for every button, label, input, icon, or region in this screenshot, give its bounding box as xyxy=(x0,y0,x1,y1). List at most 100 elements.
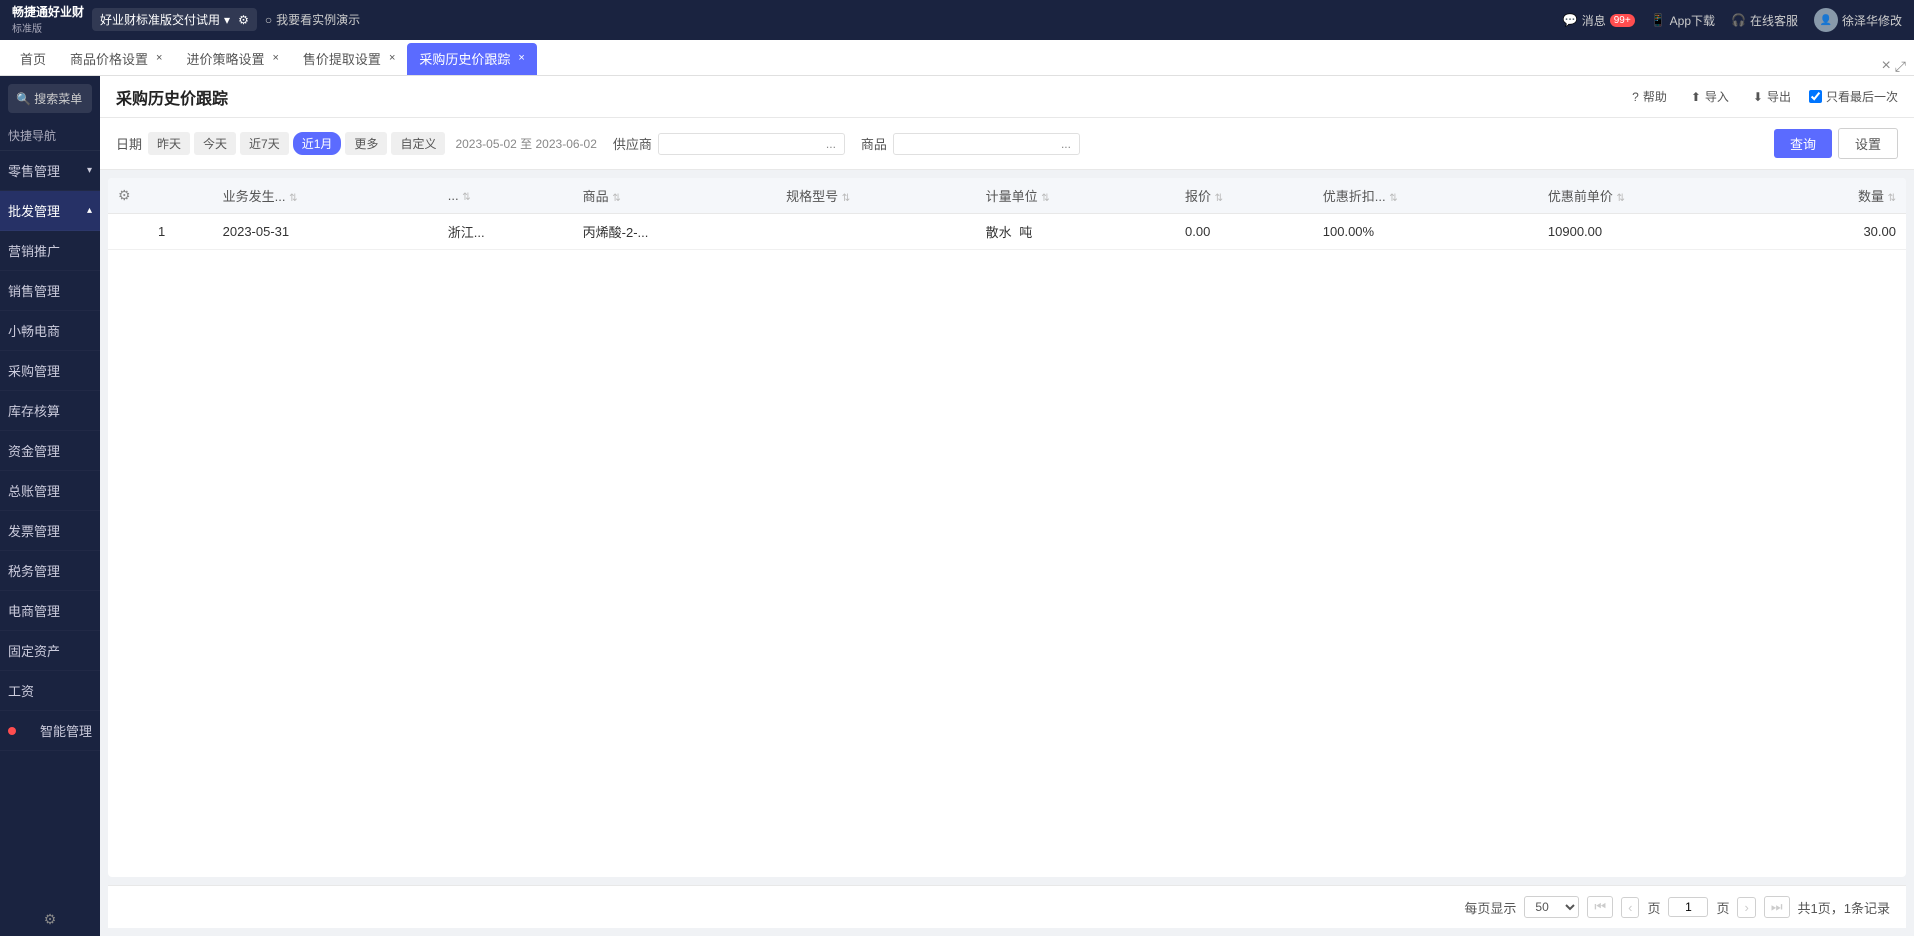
supplier-input-wrap: ... xyxy=(658,133,845,155)
sidebar-item-purchase[interactable]: 采购管理 xyxy=(0,351,100,391)
import-button[interactable]: ⬆ 导入 xyxy=(1685,84,1735,109)
sidebar-item-smart[interactable]: 智能管理 xyxy=(0,711,100,751)
td-quote: 0.00 xyxy=(1175,214,1313,250)
export-button[interactable]: ⬇ 导出 xyxy=(1747,84,1797,109)
help-button[interactable]: ? 帮助 xyxy=(1626,84,1673,109)
only-last-label: 只看最后一次 xyxy=(1826,88,1898,105)
sort-icon-biz-date: ⇅ xyxy=(289,193,297,204)
app-title: 畅捷通好业财 xyxy=(12,5,84,19)
sidebar-item-inventory[interactable]: 库存核算 xyxy=(0,391,100,431)
th-spec[interactable]: 规格型号 ⇅ xyxy=(776,178,975,214)
only-last-checkbox-input[interactable] xyxy=(1809,90,1822,103)
sort-icon-quantity: ⇅ xyxy=(1888,193,1896,204)
settings-icon[interactable]: ⚙ xyxy=(238,13,249,27)
tab-strategy-close[interactable]: × xyxy=(272,52,278,64)
th-unit[interactable]: 计量单位 ⇅ xyxy=(976,178,1175,214)
supplier-input[interactable] xyxy=(667,137,822,151)
sort-icon-price-before: ⇅ xyxy=(1617,193,1625,204)
date-filter-label: 日期 xyxy=(116,134,142,153)
messages-icon: 💬 xyxy=(1563,13,1578,27)
filter-row: 日期 昨天 今天 近7天 近1月 更多 自定义 2023-05-02 至 202… xyxy=(116,128,1898,159)
filter-actions: 查询 设置 xyxy=(1774,128,1898,159)
search-menu-button[interactable]: 🔍 搜索菜单 xyxy=(8,84,92,113)
sidebar-item-tax[interactable]: 税务管理 xyxy=(0,551,100,591)
tab-history-price-close[interactable]: × xyxy=(518,52,524,64)
table-header-row: ⚙ 业务发生... ⇅ ... ⇅ 商品 ⇅ xyxy=(108,178,1906,214)
th-settings: ⚙ xyxy=(108,178,148,214)
page-input[interactable] xyxy=(1668,897,1708,917)
only-last-checkbox-label[interactable]: 只看最后一次 xyxy=(1809,88,1898,105)
demo-label: 我要看实例演示 xyxy=(276,11,360,28)
th-discount[interactable]: 优惠折扣... ⇅ xyxy=(1313,178,1538,214)
sidebar-item-wholesale[interactable]: 批发管理 ▴ xyxy=(0,191,100,231)
td-supplier: 浙江... xyxy=(438,214,573,250)
next-page-button[interactable]: › xyxy=(1737,897,1755,918)
goods-filter-group: 商品 ... xyxy=(861,133,1080,155)
tab-price[interactable]: 商品价格设置 × xyxy=(58,43,174,75)
date-yesterday-btn[interactable]: 昨天 xyxy=(148,132,190,155)
per-page-select[interactable]: 50 100 200 xyxy=(1524,896,1579,918)
close-panel-button[interactable]: × xyxy=(1881,57,1890,75)
total-label: 共1页，1条记录 xyxy=(1798,898,1890,917)
tab-sale-price-close[interactable]: × xyxy=(389,52,395,64)
settings-button[interactable]: 设置 xyxy=(1838,128,1898,159)
th-biz-date[interactable]: 业务发生... ⇅ xyxy=(213,178,438,214)
sidebar-item-finance[interactable]: 资金管理 xyxy=(0,431,100,471)
tab-strategy[interactable]: 进价策略设置 × xyxy=(174,43,290,75)
tab-history-price[interactable]: 采购历史价跟踪 × xyxy=(407,43,536,75)
sidebar-item-sales[interactable]: 销售管理 xyxy=(0,271,100,311)
table-settings-icon-btn[interactable]: ⚙ xyxy=(118,187,131,204)
th-price-before[interactable]: 优惠前单价 ⇅ xyxy=(1538,178,1768,214)
query-button[interactable]: 查询 xyxy=(1774,129,1832,158)
version-label: 好业财标准版交付试用 xyxy=(100,11,220,28)
sidebar-quick-nav[interactable]: 快捷导航 xyxy=(0,121,100,151)
th-goods[interactable]: 商品 ⇅ xyxy=(573,178,776,214)
messages-action[interactable]: 💬 消息 99+ xyxy=(1563,12,1635,29)
tab-sale-price[interactable]: 售价提取设置 × xyxy=(291,43,407,75)
sort-icon-spec: ⇅ xyxy=(842,193,850,204)
sort-icon-discount: ⇅ xyxy=(1389,193,1397,204)
goods-input[interactable] xyxy=(902,137,1057,151)
th-spec-label: 规格型号 xyxy=(786,189,838,204)
date-last7-btn[interactable]: 近7天 xyxy=(240,132,289,155)
sidebar-item-ecommerce-small[interactable]: 小畅电商 xyxy=(0,311,100,351)
sidebar-item-salary-label: 工资 xyxy=(8,681,34,700)
chevron-up-icon: ▴ xyxy=(87,205,92,216)
first-page-button[interactable]: ⏮ xyxy=(1587,896,1613,918)
date-more-btn[interactable]: 更多 xyxy=(345,132,387,155)
sidebar-item-fixed-assets[interactable]: 固定资产 xyxy=(0,631,100,671)
sidebar-item-invoice-label: 发票管理 xyxy=(8,521,60,540)
online-service-action[interactable]: 🎧 在线客服 xyxy=(1731,12,1798,29)
page-title: 采购历史价跟踪 xyxy=(116,85,228,109)
sidebar-item-marketing[interactable]: 营销推广 xyxy=(0,231,100,271)
tab-price-label: 商品价格设置 xyxy=(70,49,148,68)
expand-button[interactable]: ⤢ xyxy=(1895,58,1906,75)
th-quote[interactable]: 报价 ⇅ xyxy=(1175,178,1313,214)
th-more-cols[interactable]: ... ⇅ xyxy=(438,178,573,214)
sidebar-item-salary[interactable]: 工资 xyxy=(0,671,100,711)
demo-link[interactable]: ○ 我要看实例演示 xyxy=(265,11,360,28)
help-label: 帮助 xyxy=(1643,88,1667,105)
tab-home[interactable]: 首页 xyxy=(8,43,58,75)
last-page-button[interactable]: ⏭ xyxy=(1764,896,1790,918)
sidebar-item-retail-label: 零售管理 xyxy=(8,161,60,180)
date-custom-btn[interactable]: 自定义 xyxy=(391,132,445,155)
app-download-action[interactable]: 📱 App下载 xyxy=(1651,12,1715,29)
user-action[interactable]: 👤 徐泽华修改 xyxy=(1814,8,1902,32)
th-quantity[interactable]: 数量 ⇅ xyxy=(1768,178,1906,214)
sidebar-settings-button[interactable]: ⚙ xyxy=(44,911,57,928)
version-selector[interactable]: 好业财标准版交付试用 ▾ ⚙ xyxy=(92,8,257,31)
supplier-more-btn[interactable]: ... xyxy=(826,137,836,151)
date-last1month-btn[interactable]: 近1月 xyxy=(293,132,342,155)
goods-more-btn[interactable]: ... xyxy=(1061,137,1071,151)
sidebar-item-ecommerce[interactable]: 电商管理 xyxy=(0,591,100,631)
tab-price-close[interactable]: × xyxy=(156,52,162,64)
sidebar-item-invoice[interactable]: 发票管理 xyxy=(0,511,100,551)
sidebar-item-retail[interactable]: 零售管理 ▾ xyxy=(0,151,100,191)
date-options: 昨天 今天 近7天 近1月 更多 自定义 xyxy=(148,132,445,155)
search-icon: 🔍 xyxy=(16,92,34,106)
prev-page-button[interactable]: ‹ xyxy=(1621,897,1639,918)
date-today-btn[interactable]: 今天 xyxy=(194,132,236,155)
goods-input-wrap: ... xyxy=(893,133,1080,155)
sidebar-item-general-ledger[interactable]: 总账管理 xyxy=(0,471,100,511)
